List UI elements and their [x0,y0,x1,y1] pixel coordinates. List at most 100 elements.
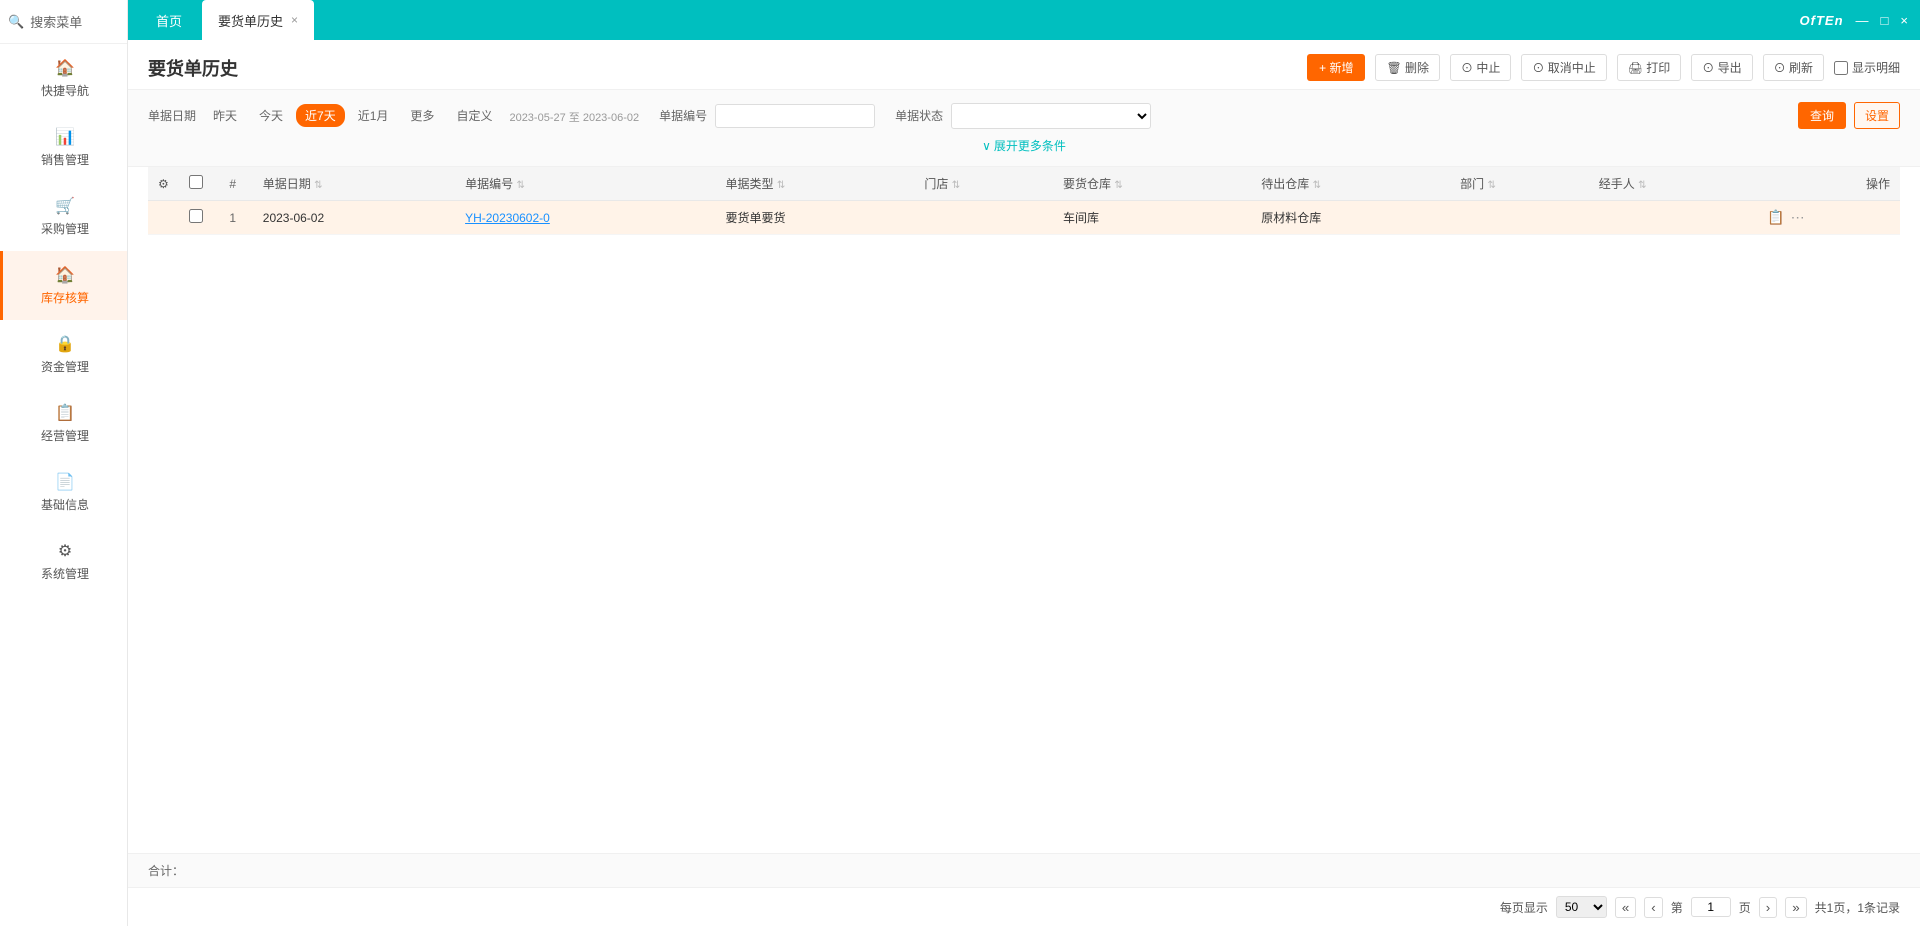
page-number-input[interactable] [1691,897,1731,917]
sidebar-item-label: 快捷导航 [41,82,89,99]
sidebar-item-finance[interactable]: 🔒 资金管理 [0,320,127,389]
sidebar-item-label: 经营管理 [41,427,89,444]
th-doc-no[interactable]: 单据编号 [455,167,715,201]
table-settings-icon[interactable]: ⚙ [158,177,169,191]
sidebar-item-sales[interactable]: 📊 销售管理 [0,113,127,182]
row-actions: 📋 ⋯ [1767,209,1890,226]
more-icon[interactable]: ⋯ [1791,209,1805,226]
last-page-button[interactable]: » [1785,897,1806,918]
th-req-warehouse[interactable]: 要货仓库 [1053,167,1251,201]
chevron-down-icon: ∨ [982,139,991,153]
next-page-button[interactable]: › [1759,897,1777,918]
tab-history-label: 要货单历史 [218,11,283,30]
table-head: ⚙ # 单据日期 单据编号 单据类型 [148,167,1900,201]
th-date[interactable]: 单据日期 [253,167,455,201]
first-page-button[interactable]: « [1615,897,1636,918]
home-icon: 🏠 [55,58,75,78]
sidebar-item-label: 库存核算 [41,289,89,306]
date-last-month[interactable]: 近1月 [349,104,398,127]
stop-button[interactable]: ⊙ 中止 [1450,54,1511,81]
tab-history[interactable]: 要货单历史 × [202,0,314,40]
print-button[interactable]: 🖨 打印 [1617,54,1682,81]
row-req-warehouse: 车间库 [1063,211,1099,225]
th-handler[interactable]: 经手人 [1589,167,1757,201]
close-button[interactable]: × [1900,13,1908,28]
sidebar-item-label: 采购管理 [41,220,89,237]
export-button[interactable]: ⊙ 导出 [1691,54,1752,81]
chart-icon: 📊 [55,127,75,147]
sidebar-item-operation[interactable]: 📋 经营管理 [0,389,127,458]
date-custom[interactable]: 自定义 [447,104,501,127]
row-checkbox-cell [179,201,213,235]
date-last7[interactable]: 近7天 [296,104,345,127]
page-size-select[interactable]: 50 20 100 200 [1556,896,1607,918]
total-info: 共1页，1条记录 [1815,899,1900,916]
refresh-button[interactable]: ⊙ 刷新 [1763,54,1824,81]
sidebar-item-basic[interactable]: 📄 基础信息 [0,458,127,527]
date-yesterday[interactable]: 昨天 [204,104,246,127]
lock-icon: 🔒 [55,334,75,354]
summary-label: 合计： [148,862,184,879]
filter-actions: 查询 设置 [1798,102,1900,129]
cancel-stop-button[interactable]: ⊙ 取消中止 [1521,54,1606,81]
row-doc-type-cell: 要货单要货 [715,201,914,235]
expand-filter-button[interactable]: ∨ 展开更多条件 [148,137,1900,154]
table-container: ⚙ # 单据日期 单据编号 单据类型 [128,167,1920,853]
pagination-bar: 每页显示 50 20 100 200 « ‹ 第 页 › » 共1页，1条记录 [128,887,1920,926]
row-checkbox[interactable] [189,209,203,223]
th-num: # [213,167,253,201]
page-size-label: 每页显示 [1500,899,1548,916]
date-more[interactable]: 更多 [401,104,443,127]
display-detail-toggle[interactable]: 显示明细 [1834,59,1900,76]
search-icon: 🔍 [8,14,24,30]
sidebar-item-label: 基础信息 [41,496,89,513]
row-handler-cell [1589,201,1757,235]
prev-page-button[interactable]: ‹ [1644,897,1662,918]
tab-home[interactable]: 首页 [140,0,198,40]
page-header: 要货单历史 + 新增 🗑 删除 ⊙ 中止 ⊙ 取消中止 🖨 打印 ⊙ 导出 ⊙ … [128,40,1920,90]
page-prefix-label: 第 [1671,899,1683,916]
row-doc-no[interactable]: YH-20230602-0 [465,211,550,225]
display-detail-checkbox[interactable] [1834,61,1848,75]
status-select[interactable] [951,103,1151,129]
th-settings[interactable]: ⚙ [148,167,179,201]
sidebar-item-system[interactable]: ⚙ 系统管理 [0,527,127,596]
sidebar-search[interactable]: 🔍 搜索菜单 [0,0,127,44]
row-department-cell [1450,201,1589,235]
topbar-right: OfTEn — □ × [1800,13,1908,28]
row-num-cell: 1 [213,201,253,235]
tab-close-icon[interactable]: × [291,13,298,27]
maximize-button[interactable]: □ [1881,13,1889,28]
settings-button[interactable]: 设置 [1854,102,1900,129]
page-suffix-label: 页 [1739,899,1751,916]
document-icon: 📄 [55,472,75,492]
row-pending-warehouse: 原材料仓库 [1261,211,1321,225]
query-button[interactable]: 查询 [1798,102,1846,129]
doc-number-label: 单据编号 [659,107,707,124]
row-doc-no-cell: YH-20230602-0 [455,201,715,235]
sidebar-item-inventory[interactable]: 🏠 库存核算 [0,251,127,320]
row-date: 2023-06-02 [263,211,324,225]
th-checkbox [179,167,213,201]
sidebar-item-purchase[interactable]: 🛒 采购管理 [0,182,127,251]
sidebar-item-label: 系统管理 [41,565,89,582]
date-shortcuts: 昨天 今天 近7天 近1月 更多 自定义 [204,104,501,127]
date-today[interactable]: 今天 [250,104,292,127]
th-action: 操作 [1757,167,1900,201]
new-button[interactable]: + 新增 [1307,54,1365,81]
row-action-cell: 📋 ⋯ [1757,201,1900,235]
doc-number-input[interactable] [715,104,875,128]
th-department[interactable]: 部门 [1450,167,1589,201]
th-pending-warehouse[interactable]: 待出仓库 [1251,167,1450,201]
minimize-button[interactable]: — [1856,13,1869,28]
status-filter: 单据状态 [895,103,1151,129]
select-all-checkbox[interactable] [189,175,203,189]
th-doc-type[interactable]: 单据类型 [715,167,914,201]
row-num: 1 [229,211,236,225]
th-store[interactable]: 门店 [914,167,1053,201]
delete-button[interactable]: 🗑 删除 [1375,54,1440,81]
edit-icon[interactable]: 📋 [1767,209,1784,226]
sidebar-item-quick-nav[interactable]: 🏠 快捷导航 [0,44,127,113]
filter-area: 单据日期 昨天 今天 近7天 近1月 更多 自定义 2023-05-27 至 2… [128,90,1920,167]
topbar: 首页 要货单历史 × OfTEn — □ × [128,0,1920,40]
